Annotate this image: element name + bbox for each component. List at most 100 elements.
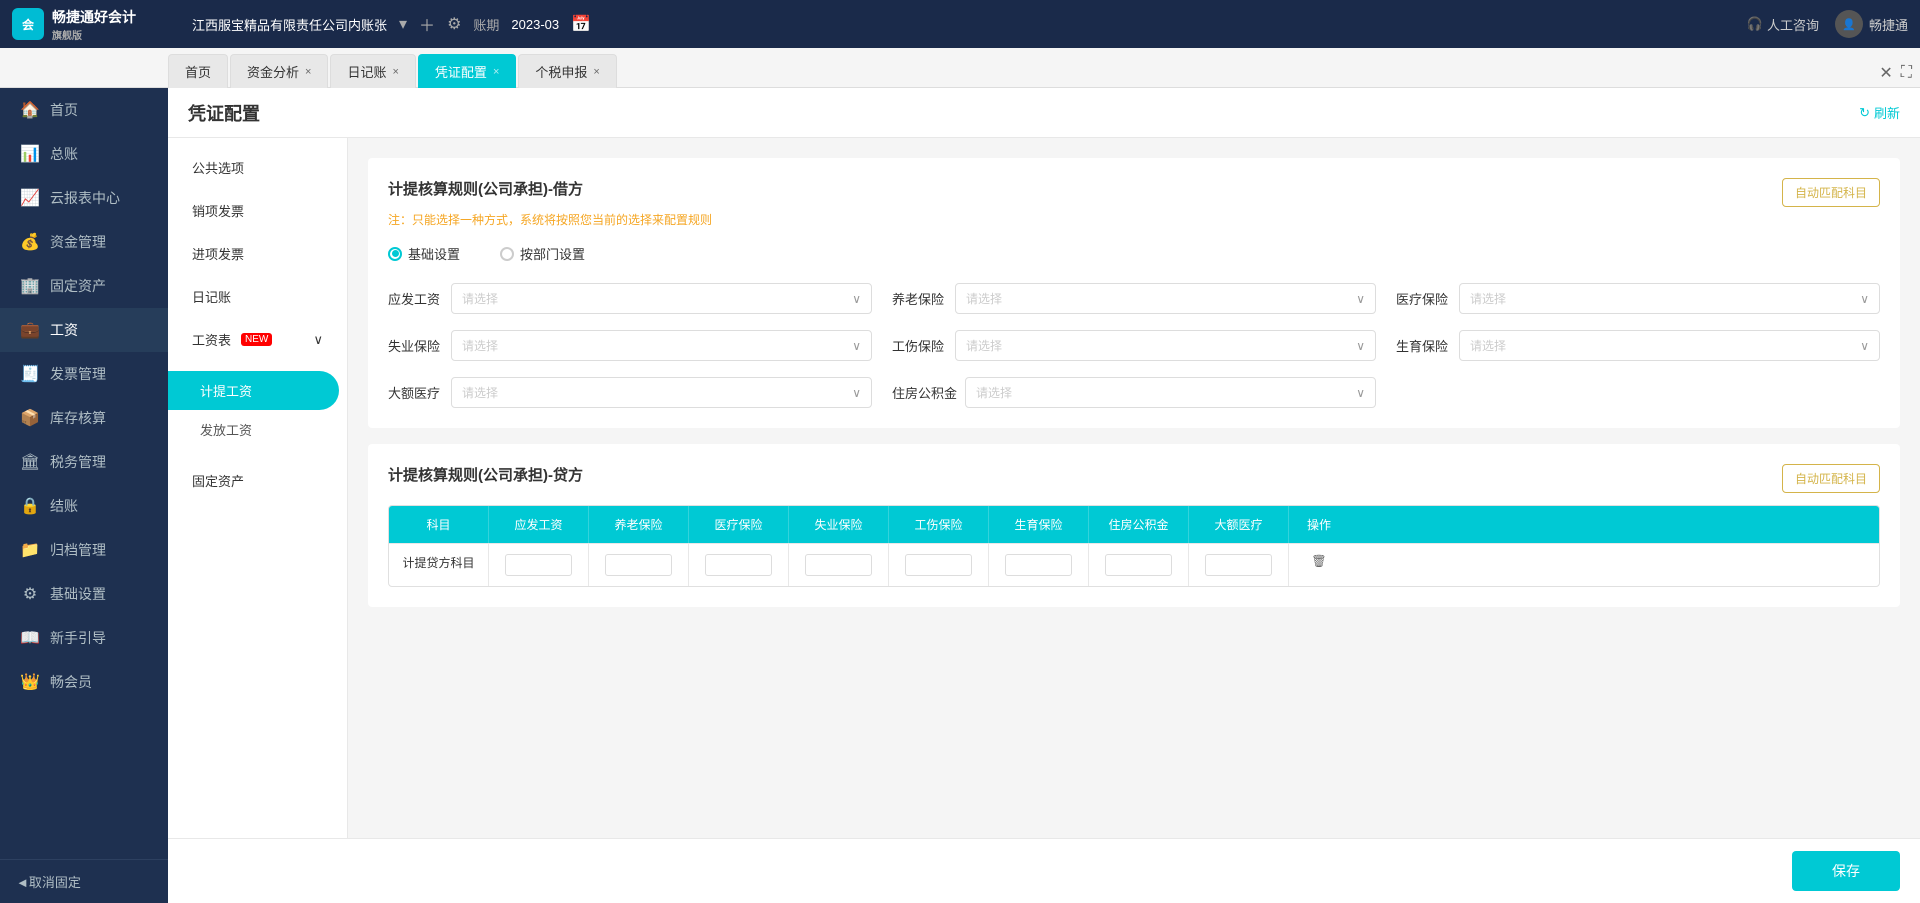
sidebar-item-inventory[interactable]: 📦 库存核算 — [0, 396, 168, 440]
td-delete-btn[interactable]: 🗑 — [1289, 544, 1349, 586]
medical-select[interactable]: 请选择 ∨ — [1459, 283, 1880, 314]
input-gross[interactable] — [505, 554, 571, 576]
housing-fund-select[interactable]: 请选择 ∨ — [965, 377, 1376, 408]
left-menu-payroll-table[interactable]: 工资表 NEW ∨ — [168, 318, 347, 361]
credit-auto-match-button[interactable]: 自动匹配科目 — [1782, 464, 1880, 493]
refresh-button[interactable]: ↻ 刷新 — [1859, 103, 1900, 122]
field-pension: 养老保险 请选择 ∨ — [892, 283, 1376, 314]
tab-tax-close[interactable]: × — [593, 66, 599, 78]
logo-area: 会 畅捷通好会计 旗舰版 — [12, 7, 172, 42]
td-pension-val[interactable] — [589, 544, 689, 586]
input-housing[interactable] — [1105, 554, 1171, 576]
dropdown-icon[interactable]: ▾ — [399, 14, 407, 34]
input-injury[interactable] — [905, 554, 971, 576]
unemployment-select[interactable]: 请选择 ∨ — [451, 330, 872, 361]
radio-department[interactable]: 按部门设置 — [500, 244, 585, 263]
injury-placeholder: 请选择 — [966, 337, 1002, 354]
radio-basic[interactable]: 基础设置 — [388, 244, 460, 263]
input-large-medical[interactable] — [1205, 554, 1271, 576]
support-button[interactable]: 🎧 人工咨询 — [1747, 15, 1819, 34]
gross-salary-select[interactable]: 请选择 ∨ — [451, 283, 872, 314]
refresh-icon: ↻ — [1859, 105, 1870, 121]
tab-capital-close[interactable]: × — [305, 66, 311, 78]
app-sub: 旗舰版 — [52, 27, 136, 42]
tab-tax[interactable]: 个税申报 × — [518, 54, 616, 88]
left-menu-payroll[interactable]: 计提工资 — [168, 371, 339, 410]
sidebar-item-tax[interactable]: 🏛 税务管理 — [0, 440, 168, 484]
sidebar-item-salary[interactable]: 💼 工资 — [0, 308, 168, 352]
left-menu-issue-payroll[interactable]: 发放工资 — [168, 410, 347, 449]
chevron-down-icon5: ∨ — [1356, 339, 1365, 353]
tab-journal-close[interactable]: × — [392, 66, 398, 78]
td-housing-val[interactable] — [1089, 544, 1189, 586]
input-medical[interactable] — [705, 554, 771, 576]
tab-journal[interactable]: 日记账 × — [330, 54, 415, 88]
pension-label: 养老保险 — [892, 289, 947, 308]
sidebar-label-invoice: 发票管理 — [50, 364, 106, 384]
table-header: 科目 应发工资 养老保险 医疗保险 失业保险 工伤保险 生育保险 住房公积金 大… — [389, 506, 1879, 543]
left-menu-public[interactable]: 公共选项 — [168, 146, 347, 189]
th-maternity: 生育保险 — [989, 506, 1089, 543]
tab-home[interactable]: 首页 — [168, 54, 228, 88]
medical-placeholder: 请选择 — [1470, 290, 1506, 307]
input-unemployment[interactable] — [805, 554, 871, 576]
field-large-medical: 大额医疗 请选择 ∨ — [388, 377, 872, 408]
injury-select[interactable]: 请选择 ∨ — [955, 330, 1376, 361]
td-large-medical-val[interactable] — [1189, 544, 1289, 586]
chevron-down-icon: ∨ — [852, 292, 861, 306]
td-unemployment-val[interactable] — [789, 544, 889, 586]
tab-voucher[interactable]: 凭证配置 × — [418, 54, 516, 88]
left-menu-purchase-invoice[interactable]: 进项发票 — [168, 232, 347, 275]
large-medical-select[interactable]: 请选择 ∨ — [451, 377, 872, 408]
sidebar-item-settings[interactable]: ⚙ 基础设置 — [0, 572, 168, 616]
app-title: 畅捷通好会计 — [52, 7, 136, 27]
input-maternity[interactable] — [1005, 554, 1071, 576]
sidebar-item-ledger[interactable]: 📊 总账 — [0, 132, 168, 176]
calendar-icon[interactable]: 📅 — [571, 14, 591, 34]
sidebar-item-close[interactable]: 🔒 结账 — [0, 484, 168, 528]
sidebar-item-home[interactable]: 🏠 首页 — [0, 88, 168, 132]
user-area[interactable]: 👤 畅捷通 — [1835, 10, 1908, 38]
td-maternity-val[interactable] — [989, 544, 1089, 586]
headphone-icon: 🎧 — [1747, 16, 1763, 32]
sidebar-item-archive[interactable]: 📁 归档管理 — [0, 528, 168, 572]
large-medical-label: 大额医疗 — [388, 383, 443, 402]
close-all-icon[interactable]: ✕ — [1879, 63, 1892, 83]
sidebar-item-assets[interactable]: 🏢 固定资产 — [0, 264, 168, 308]
td-medical-val[interactable] — [689, 544, 789, 586]
sidebar-item-reports[interactable]: 📈 云报表中心 — [0, 176, 168, 220]
cancel-fixed-button[interactable]: ◄取消固定 — [0, 860, 168, 903]
debit-auto-match-button[interactable]: 自动匹配科目 — [1782, 178, 1880, 207]
th-medical: 医疗保险 — [689, 506, 789, 543]
pension-select[interactable]: 请选择 ∨ — [955, 283, 1376, 314]
chevron-down-icon6: ∨ — [1860, 339, 1869, 353]
chevron-down-icon4: ∨ — [852, 339, 861, 353]
medical-label: 医疗保险 — [1396, 289, 1451, 308]
maternity-select[interactable]: 请选择 ∨ — [1459, 330, 1880, 361]
sidebar-item-guide[interactable]: 📖 新手引导 — [0, 616, 168, 660]
left-menu-sales-label: 销项发票 — [192, 201, 244, 220]
maximize-icon[interactable]: ⛶ — [1901, 64, 1912, 82]
settings-icon[interactable]: ⚙ — [447, 14, 461, 34]
left-menu-journal[interactable]: 日记账 — [168, 275, 347, 318]
left-menu-fixed-assets[interactable]: 固定资产 — [168, 459, 347, 502]
th-injury: 工伤保险 — [889, 506, 989, 543]
maternity-placeholder: 请选择 — [1470, 337, 1506, 354]
add-icon[interactable]: ＋ — [419, 12, 435, 36]
field-unemployment: 失业保险 请选择 ∨ — [388, 330, 872, 361]
sidebar-item-invoice[interactable]: 🧾 发票管理 — [0, 352, 168, 396]
tab-bar: 首页 资金分析 × 日记账 × 凭证配置 × 个税申报 × ✕ ⛶ — [0, 48, 1920, 88]
left-menu-sales-invoice[interactable]: 销项发票 — [168, 189, 347, 232]
tab-voucher-close[interactable]: × — [493, 66, 499, 78]
period-label: 账期 — [473, 15, 499, 34]
input-pension[interactable] — [605, 554, 671, 576]
td-row-label: 计提贷方科目 — [389, 544, 489, 586]
sidebar-item-capital[interactable]: 💰 资金管理 — [0, 220, 168, 264]
save-button[interactable]: 保存 — [1792, 851, 1900, 891]
td-gross-val[interactable] — [489, 544, 589, 586]
left-menu-sub: 计提工资 发放工资 — [168, 361, 347, 459]
td-injury-val[interactable] — [889, 544, 989, 586]
sidebar-item-member[interactable]: 👑 畅会员 — [0, 660, 168, 704]
tab-capital[interactable]: 资金分析 × — [230, 54, 328, 88]
company-name: 江西服宝精品有限责任公司内账张 — [192, 15, 387, 34]
